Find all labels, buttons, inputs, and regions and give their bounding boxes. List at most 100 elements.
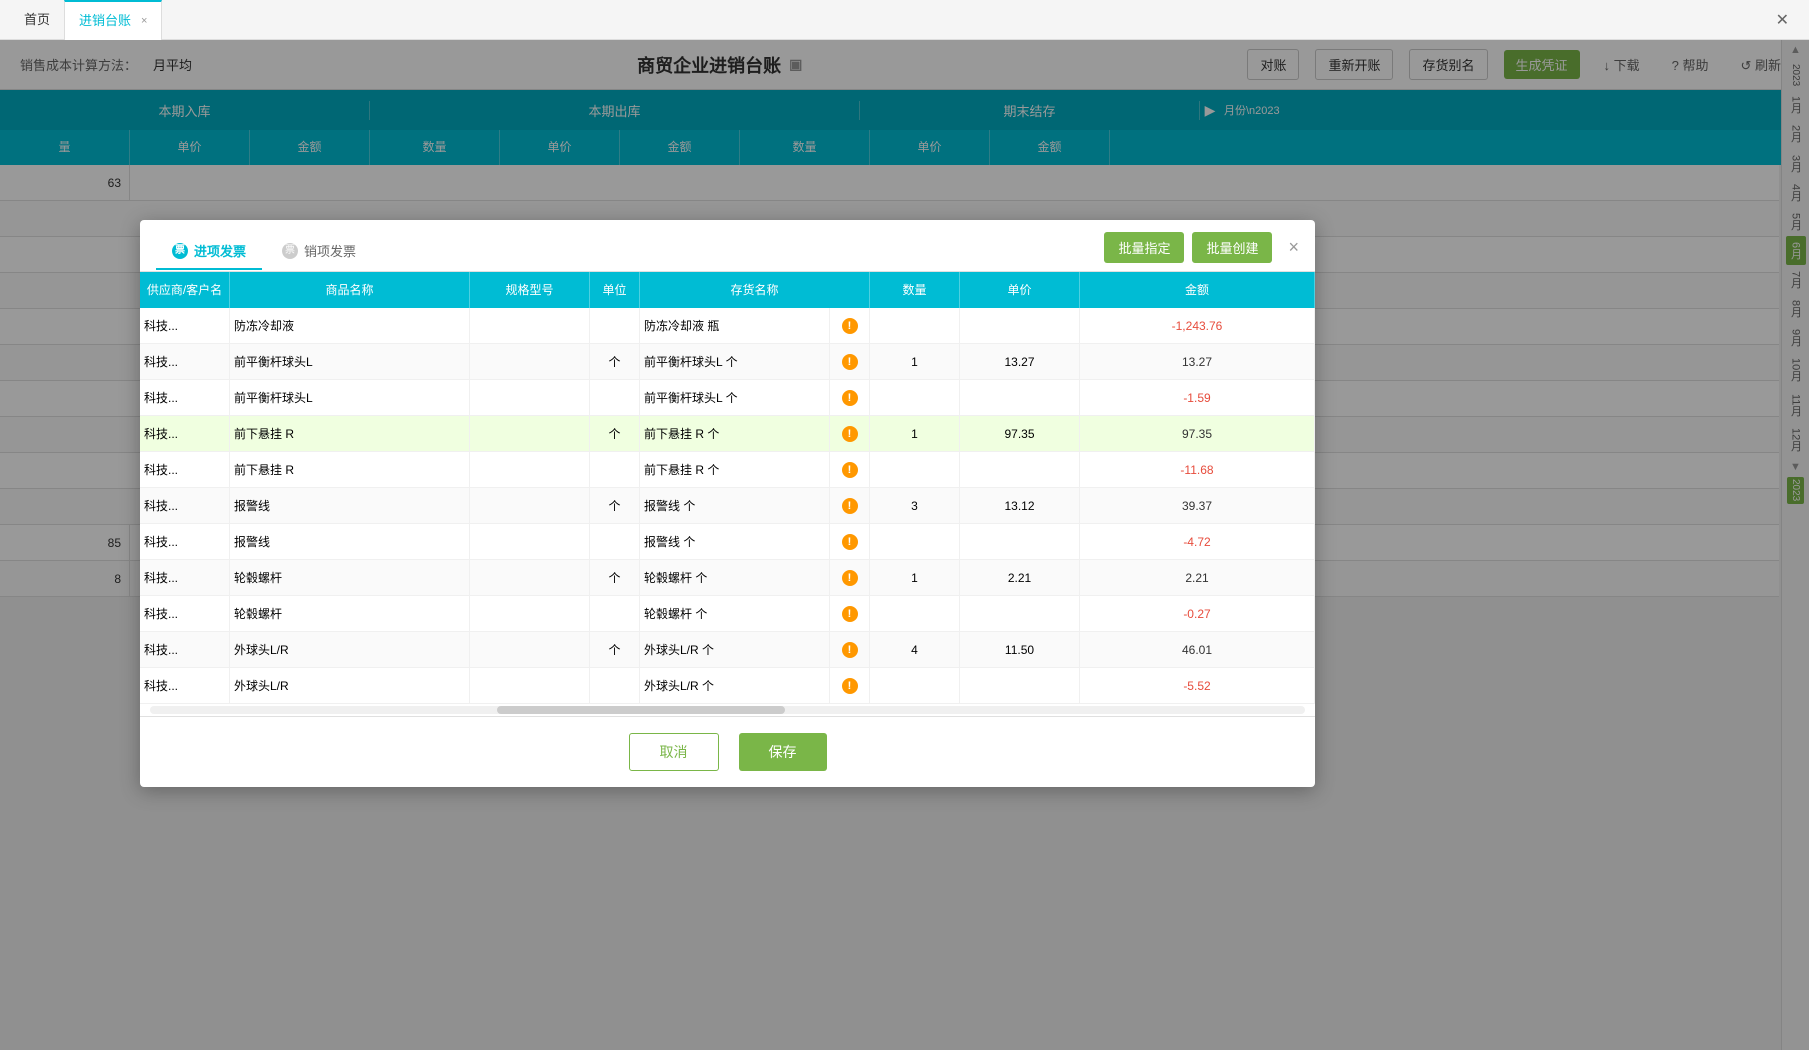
cell-spec (470, 632, 590, 668)
warning-icon: ! (842, 426, 858, 442)
cell-product: 前平衡杆球头L (230, 380, 470, 416)
table-row[interactable]: 科技... 前下悬挂 R 前下悬挂 R 个 ! -11.68 (140, 452, 1315, 488)
table-row[interactable]: 科技... 前平衡杆球头L 个 前平衡杆球头L 个 ! 1 13.27 13.2… (140, 344, 1315, 380)
cell-amount: 2.21 (1080, 560, 1315, 596)
cell-unit-price: 13.27 (960, 344, 1080, 380)
cell-product: 前下悬挂 R (230, 452, 470, 488)
cell-unit: 个 (590, 416, 640, 452)
cell-amount: 46.01 (1080, 632, 1315, 668)
save-button[interactable]: 保存 (739, 733, 827, 771)
cell-unit: 个 (590, 344, 640, 380)
modal-table-header: 供应商/客户名 商品名称 规格型号 单位 存货名称 数量 单价 金额 (140, 272, 1315, 308)
cell-supplier: 科技... (140, 488, 230, 524)
modal-table: 供应商/客户名 商品名称 规格型号 单位 存货名称 数量 单价 金额 科技...… (140, 272, 1315, 716)
th-unit-price: 单价 (960, 272, 1080, 308)
table-row[interactable]: 科技... 轮毂螺杆 轮毂螺杆 个 ! -0.27 (140, 596, 1315, 632)
tab-purchase-invoice[interactable]: 票 进项发票 (156, 233, 262, 270)
table-row[interactable]: 科技... 报警线 报警线 个 ! -4.72 (140, 524, 1315, 560)
cell-inventory: 前下悬挂 R 个 (640, 452, 830, 488)
warning-icon: ! (842, 318, 858, 334)
cancel-button[interactable]: 取消 (629, 733, 719, 771)
cell-product: 报警线 (230, 488, 470, 524)
tab-close[interactable]: × (141, 2, 147, 40)
cell-spec (470, 488, 590, 524)
cell-unit-price (960, 596, 1080, 632)
tab-home[interactable]: 首页 (10, 0, 64, 40)
table-row[interactable]: 科技... 防冻冷却液 防冻冷却液 瓶 ! -1,243.76 (140, 308, 1315, 344)
cell-product: 外球头L/R (230, 668, 470, 704)
cell-product: 轮毂螺杆 (230, 560, 470, 596)
modal-header-actions: 批量指定 批量创建 (1104, 232, 1272, 271)
cell-warning: ! (830, 632, 870, 668)
cell-product: 前平衡杆球头L (230, 344, 470, 380)
cell-quantity: 4 (870, 632, 960, 668)
modal-scrollbar-thumb[interactable] (497, 706, 786, 714)
cell-quantity: 1 (870, 416, 960, 452)
cell-amount: -5.52 (1080, 668, 1315, 704)
cell-unit-price (960, 668, 1080, 704)
cell-quantity (870, 452, 960, 488)
purchase-tab-label: 进项发票 (194, 241, 246, 260)
cell-supplier: 科技... (140, 308, 230, 344)
main-area: 销售成本计算方法： 月平均 商贸企业进销台账 ▣ 对账 重新开账 存货别名 生成… (0, 40, 1809, 1050)
warning-icon: ! (842, 570, 858, 586)
tab-sales-invoice[interactable]: 票 销项发票 (266, 233, 372, 270)
cell-quantity (870, 308, 960, 344)
modal-dialog: 票 进项发票 票 销项发票 批量指定 批量创建 × 供应商/客户名 商品名称 规… (140, 220, 1315, 787)
window-close-btn[interactable]: ✕ (1766, 6, 1799, 34)
cell-product: 前下悬挂 R (230, 416, 470, 452)
modal-close-button[interactable]: × (1288, 237, 1299, 266)
cell-spec (470, 380, 590, 416)
cell-quantity (870, 380, 960, 416)
cell-inventory: 轮毂螺杆 个 (640, 560, 830, 596)
batch-assign-button[interactable]: 批量指定 (1104, 232, 1184, 263)
cell-unit (590, 524, 640, 560)
table-row[interactable]: 科技... 轮毂螺杆 个 轮毂螺杆 个 ! 1 2.21 2.21 (140, 560, 1315, 596)
tab-active[interactable]: 进销台账 × (64, 0, 162, 40)
th-supplier: 供应商/客户名 (140, 272, 230, 308)
warning-icon: ! (842, 678, 858, 694)
cell-spec (470, 308, 590, 344)
cell-unit-price: 2.21 (960, 560, 1080, 596)
warning-icon: ! (842, 642, 858, 658)
sales-tab-icon: 票 (282, 243, 298, 259)
th-unit: 单位 (590, 272, 640, 308)
cell-product: 防冻冷却液 (230, 308, 470, 344)
table-row[interactable]: 科技... 报警线 个 报警线 个 ! 3 13.12 39.37 (140, 488, 1315, 524)
th-quantity: 数量 (870, 272, 960, 308)
th-spec: 规格型号 (470, 272, 590, 308)
modal-scrollbar[interactable] (150, 706, 1305, 714)
cell-inventory: 外球头L/R 个 (640, 668, 830, 704)
cell-unit-price: 11.50 (960, 632, 1080, 668)
cell-spec (470, 596, 590, 632)
cell-spec (470, 560, 590, 596)
cell-quantity: 1 (870, 560, 960, 596)
table-row[interactable]: 科技... 外球头L/R 个 外球头L/R 个 ! 4 11.50 46.01 (140, 632, 1315, 668)
cell-supplier: 科技... (140, 416, 230, 452)
cell-product: 报警线 (230, 524, 470, 560)
tab-active-label: 进销台账 (79, 2, 131, 40)
cell-spec (470, 668, 590, 704)
cell-amount: 39.37 (1080, 488, 1315, 524)
cell-unit (590, 668, 640, 704)
batch-create-button[interactable]: 批量创建 (1192, 232, 1272, 263)
cell-amount: -0.27 (1080, 596, 1315, 632)
cell-product: 轮毂螺杆 (230, 596, 470, 632)
modal-header: 票 进项发票 票 销项发票 批量指定 批量创建 × (140, 220, 1315, 272)
cell-unit (590, 308, 640, 344)
cell-quantity: 1 (870, 344, 960, 380)
table-row[interactable]: 科技... 前下悬挂 R 个 前下悬挂 R 个 ! 1 97.35 97.35 (140, 416, 1315, 452)
top-bar: 首页 进销台账 × ✕ (0, 0, 1809, 40)
cell-inventory: 外球头L/R 个 (640, 632, 830, 668)
cell-inventory: 报警线 个 (640, 488, 830, 524)
table-row[interactable]: 科技... 前平衡杆球头L 前平衡杆球头L 个 ! -1.59 (140, 380, 1315, 416)
cell-spec (470, 416, 590, 452)
cell-quantity (870, 524, 960, 560)
cell-amount: 97.35 (1080, 416, 1315, 452)
cell-inventory: 防冻冷却液 瓶 (640, 308, 830, 344)
cell-warning: ! (830, 524, 870, 560)
cell-unit-price: 97.35 (960, 416, 1080, 452)
table-row[interactable]: 科技... 外球头L/R 外球头L/R 个 ! -5.52 (140, 668, 1315, 704)
th-amount: 金额 (1080, 272, 1315, 308)
warning-icon: ! (842, 390, 858, 406)
